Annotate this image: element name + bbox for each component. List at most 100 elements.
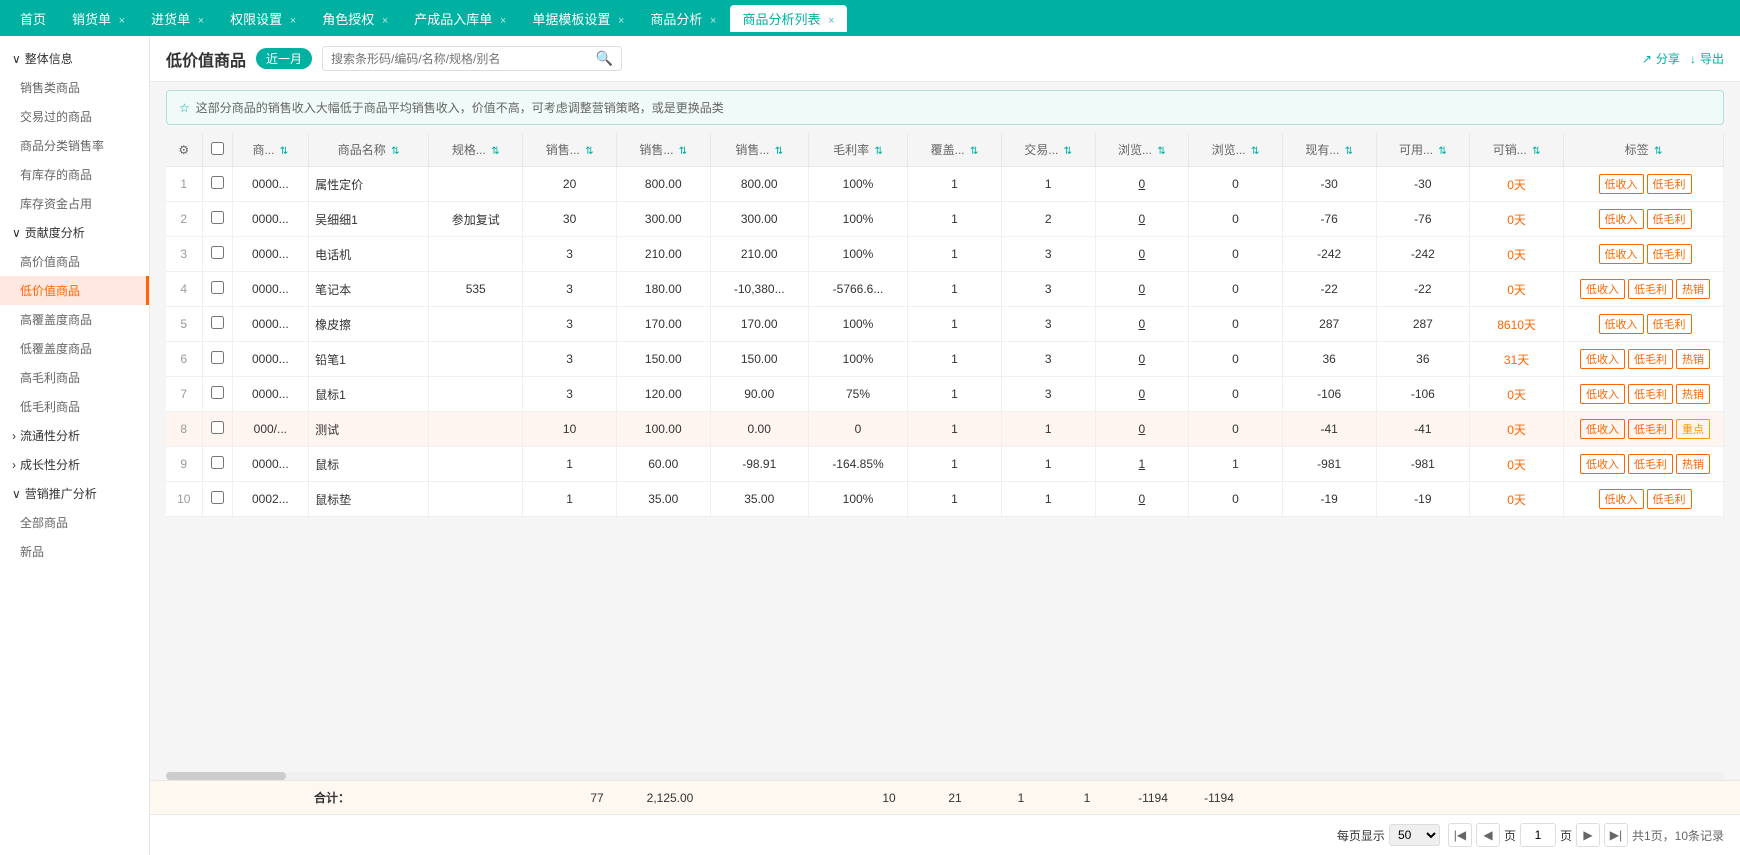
close-icon[interactable]: × <box>618 15 624 27</box>
row-checkbox[interactable] <box>211 281 224 294</box>
prev-page-button[interactable]: ◀ <box>1476 823 1500 847</box>
last-page-button[interactable]: ▶| <box>1604 823 1628 847</box>
sort-icon[interactable]: ⇅ <box>679 146 687 157</box>
views1-value[interactable]: 0 <box>1138 247 1145 261</box>
export-button[interactable]: ↓ 导出 <box>1690 50 1724 67</box>
checkbox-cell[interactable] <box>202 482 232 517</box>
sort-icon[interactable]: ⇅ <box>391 146 399 157</box>
close-icon[interactable]: × <box>119 15 125 27</box>
sort-icon[interactable]: ⇅ <box>491 146 499 157</box>
views1-value[interactable]: 0 <box>1138 352 1145 366</box>
sidebar-item-stock-funds[interactable]: 库存资金占用 <box>0 189 149 218</box>
sort-icon[interactable]: ⇅ <box>1654 146 1662 157</box>
nav-sales[interactable]: 销货单 × <box>60 5 137 32</box>
next-page-button[interactable]: ▶ <box>1576 823 1600 847</box>
sidebar-group-liquidity[interactable]: › 流通性分析 <box>0 421 149 450</box>
checkbox-cell[interactable] <box>202 237 232 272</box>
sidebar-item-high-value[interactable]: 高价值商品 <box>0 247 149 276</box>
views1-value[interactable]: 1 <box>1138 457 1145 471</box>
page-size-dropdown[interactable]: 50 100 <box>1389 824 1440 846</box>
search-box[interactable]: 🔍 <box>322 46 622 71</box>
row-checkbox[interactable] <box>211 176 224 189</box>
views1-value[interactable]: 0 <box>1138 387 1145 401</box>
views1-value[interactable]: 0 <box>1138 212 1145 226</box>
checkbox-cell[interactable] <box>202 342 232 377</box>
search-icon[interactable]: 🔍 <box>596 50 613 67</box>
close-icon[interactable]: × <box>198 15 204 27</box>
row-checkbox[interactable] <box>211 211 224 224</box>
sort-icon[interactable]: ⇅ <box>1064 146 1072 157</box>
nav-home[interactable]: 首页 <box>8 5 58 32</box>
sidebar-item-low-coverage[interactable]: 低覆盖度商品 <box>0 334 149 363</box>
sidebar-group-growth[interactable]: › 成长性分析 <box>0 450 149 479</box>
sidebar-item-stock-goods[interactable]: 有库存的商品 <box>0 160 149 189</box>
sort-icon[interactable]: ⇅ <box>970 146 978 157</box>
views1-value[interactable]: 0 <box>1138 492 1145 506</box>
close-icon[interactable]: × <box>710 15 716 27</box>
row-checkbox[interactable] <box>211 491 224 504</box>
sort-icon[interactable]: ⇅ <box>874 146 882 157</box>
close-icon[interactable]: × <box>500 15 506 27</box>
nav-role[interactable]: 角色授权 × <box>310 5 400 32</box>
row-checkbox[interactable] <box>211 316 224 329</box>
views1-value[interactable]: 0 <box>1138 317 1145 331</box>
checkbox-cell[interactable] <box>202 307 232 342</box>
nav-analysis-list[interactable]: 商品分析列表 × <box>730 5 846 32</box>
sort-icon[interactable]: ⇅ <box>280 146 288 157</box>
nav-permission[interactable]: 权限设置 × <box>218 5 308 32</box>
filter-tag-month[interactable]: 近一月 <box>256 48 312 69</box>
sidebar-item-traded-goods[interactable]: 交易过的商品 <box>0 102 149 131</box>
horizontal-scrollbar[interactable] <box>166 772 1724 780</box>
checkbox-cell[interactable] <box>202 272 232 307</box>
sidebar-item-low-value[interactable]: 低价值商品 <box>0 276 149 305</box>
row-checkbox[interactable] <box>211 456 224 469</box>
sort-icon[interactable]: ⇅ <box>1438 146 1446 157</box>
sort-icon[interactable]: ⇅ <box>775 146 783 157</box>
sort-icon[interactable]: ⇅ <box>1532 146 1540 157</box>
share-button[interactable]: ↗ 分享 <box>1642 50 1680 67</box>
sort-icon[interactable]: ⇅ <box>1345 146 1353 157</box>
sidebar-item-high-coverage[interactable]: 高覆盖度商品 <box>0 305 149 334</box>
sidebar-group-marketing[interactable]: ∨ 营销推广分析 <box>0 479 149 508</box>
page-input[interactable] <box>1520 823 1556 847</box>
row-checkbox[interactable] <box>211 351 224 364</box>
sort-icon[interactable]: ⇅ <box>1157 146 1165 157</box>
sidebar-item-sales-goods[interactable]: 销售类商品 <box>0 73 149 102</box>
views1-value[interactable]: 0 <box>1138 177 1145 191</box>
tag-badge: 重点 <box>1676 419 1710 439</box>
sidebar-item-low-profit[interactable]: 低毛利商品 <box>0 392 149 421</box>
row-checkbox[interactable] <box>211 421 224 434</box>
nav-purchase[interactable]: 进货单 × <box>139 5 216 32</box>
tag-badge: 低毛利 <box>1647 244 1692 264</box>
views1-value[interactable]: 0 <box>1138 422 1145 436</box>
sidebar-item-high-profit[interactable]: 高毛利商品 <box>0 363 149 392</box>
sidebar-item-new-goods[interactable]: 新品 <box>0 537 149 566</box>
gear-icon[interactable]: ⚙ <box>178 143 189 157</box>
checkbox-col-header[interactable] <box>202 133 232 167</box>
sidebar-group-overall[interactable]: ∨ 整体信息 <box>0 44 149 73</box>
row-checkbox[interactable] <box>211 246 224 259</box>
sort-icon[interactable]: ⇅ <box>1251 146 1259 157</box>
nav-stock-in[interactable]: 产成品入库单 × <box>402 5 518 32</box>
checkbox-cell[interactable] <box>202 412 232 447</box>
scrollbar-thumb[interactable] <box>166 772 286 780</box>
sidebar-item-all-goods[interactable]: 全部商品 <box>0 508 149 537</box>
first-page-button[interactable]: |◀ <box>1448 823 1472 847</box>
sidebar-item-category-sales[interactable]: 商品分类销售率 <box>0 131 149 160</box>
select-all-checkbox[interactable] <box>211 142 224 155</box>
checkbox-cell[interactable] <box>202 202 232 237</box>
close-icon[interactable]: × <box>382 15 388 27</box>
checkbox-cell[interactable] <box>202 167 232 202</box>
checkbox-cell[interactable] <box>202 377 232 412</box>
sidebar-group-contribution[interactable]: ∨ 贡献度分析 <box>0 218 149 247</box>
row-checkbox[interactable] <box>211 386 224 399</box>
nav-analysis[interactable]: 商品分析 × <box>638 5 728 32</box>
views1-value[interactable]: 0 <box>1138 282 1145 296</box>
close-icon[interactable]: × <box>828 15 834 27</box>
checkbox-cell[interactable] <box>202 447 232 482</box>
nav-template[interactable]: 单据模板设置 × <box>520 5 636 32</box>
settings-col-header[interactable]: ⚙ <box>166 133 202 167</box>
close-icon[interactable]: × <box>290 15 296 27</box>
sort-icon[interactable]: ⇅ <box>585 146 593 157</box>
search-input[interactable] <box>331 52 592 66</box>
